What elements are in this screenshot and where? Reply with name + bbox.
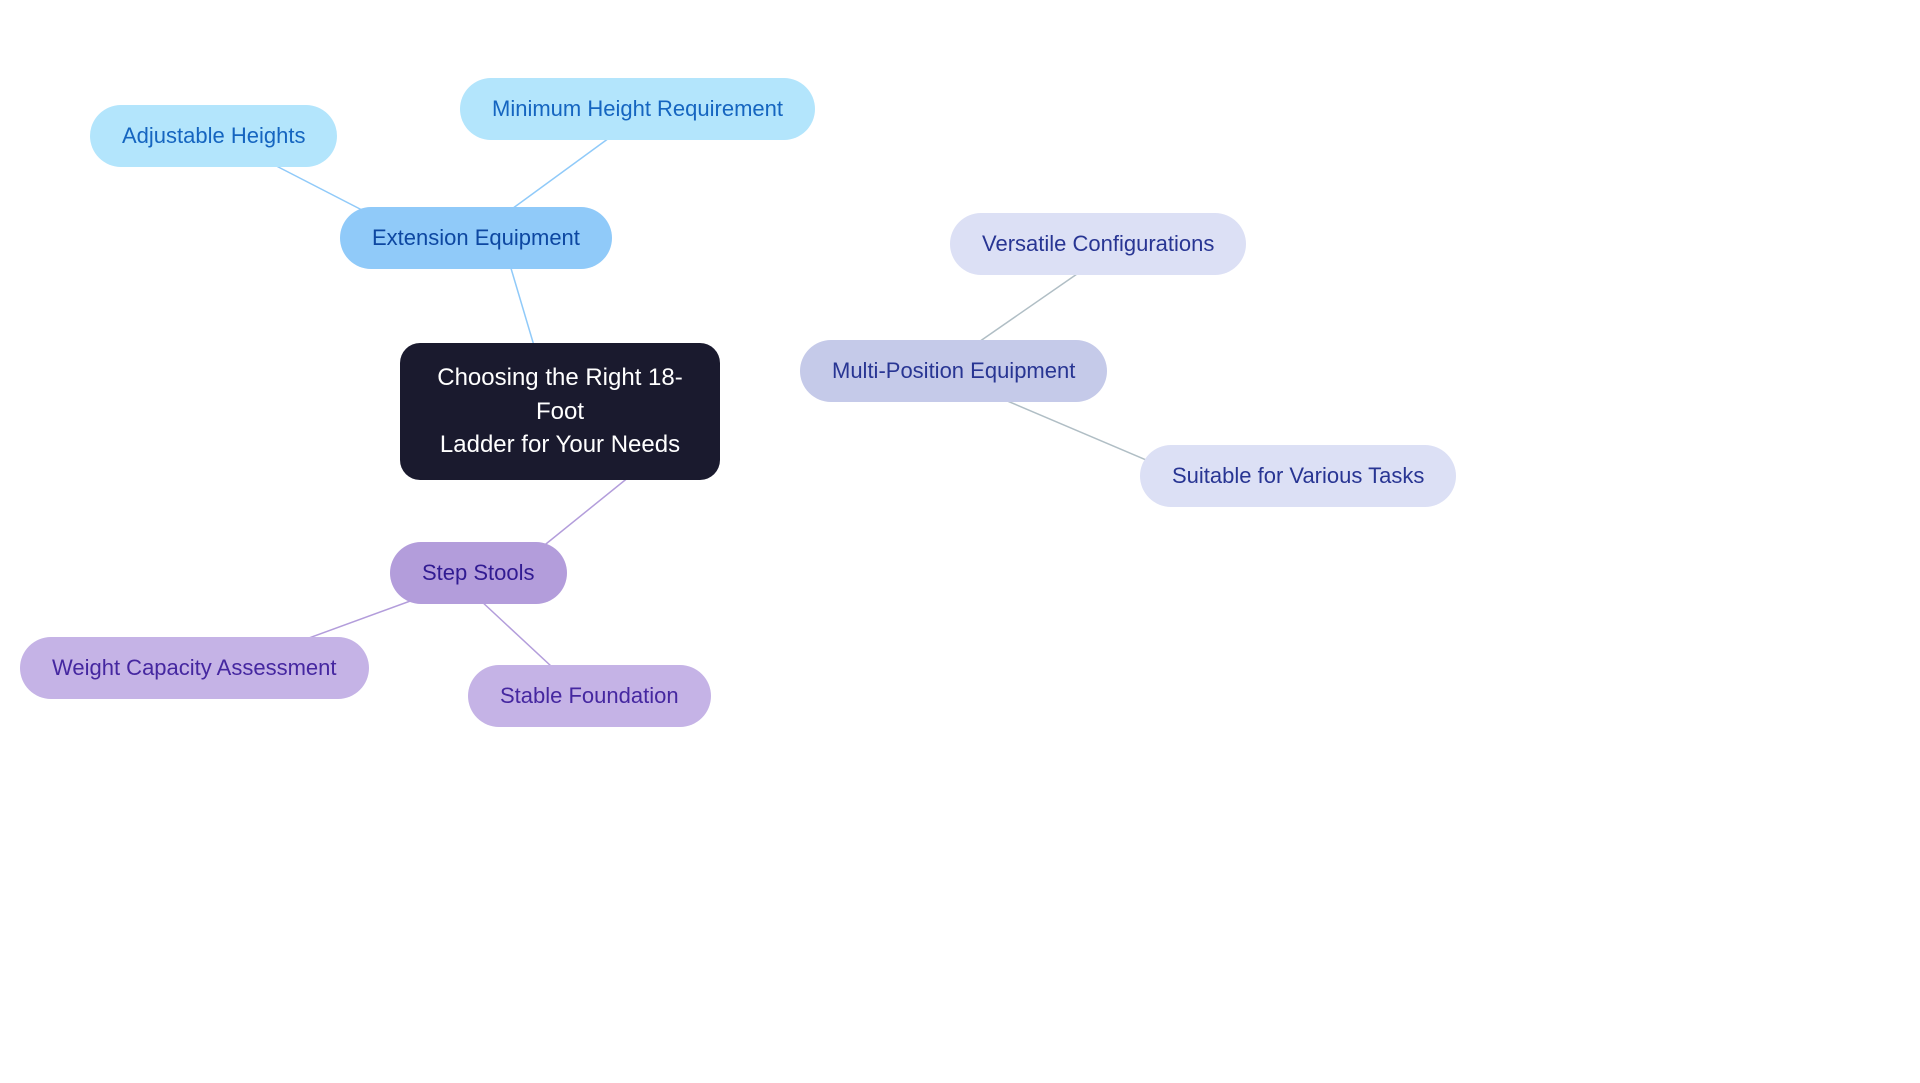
weight-capacity-node: Weight Capacity Assessment xyxy=(20,637,369,699)
step-stools-node: Step Stools xyxy=(390,542,567,604)
stable-foundation-node: Stable Foundation xyxy=(468,665,711,727)
multi-position-node: Multi-Position Equipment xyxy=(800,340,1107,402)
extension-equipment-node: Extension Equipment xyxy=(340,207,612,269)
suitable-tasks-node: Suitable for Various Tasks xyxy=(1140,445,1456,507)
minimum-height-node: Minimum Height Requirement xyxy=(460,78,815,140)
adjustable-heights-node: Adjustable Heights xyxy=(90,105,337,167)
center-node: Choosing the Right 18-FootLadder for You… xyxy=(400,343,720,480)
versatile-configs-node: Versatile Configurations xyxy=(950,213,1246,275)
